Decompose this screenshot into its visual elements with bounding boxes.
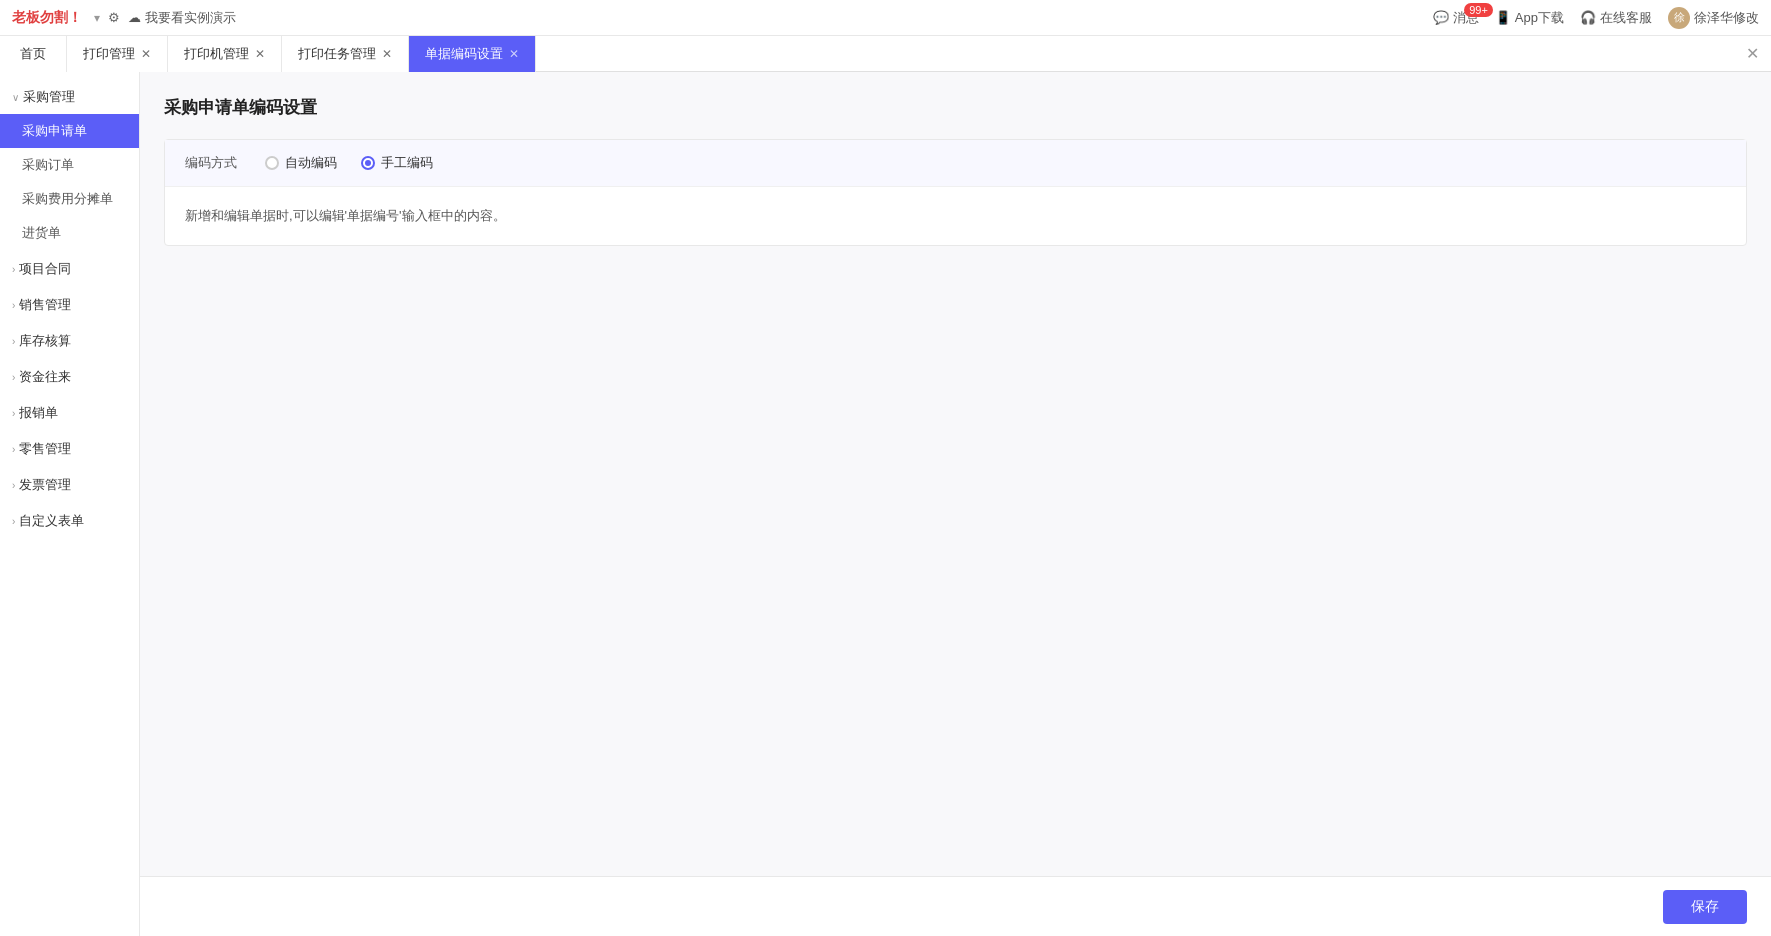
save-button[interactable]: 保存 xyxy=(1663,890,1747,924)
sidebar-group-contract: › 项目合同 xyxy=(0,252,139,286)
sidebar-group-title-contract[interactable]: › 项目合同 xyxy=(0,252,139,286)
sidebar-item-stock-in[interactable]: 进货单 xyxy=(0,216,139,250)
manual-code-radio[interactable] xyxy=(361,156,375,170)
sidebar-group-inventory: › 库存核算 xyxy=(0,324,139,358)
chevron-icon: › xyxy=(12,480,15,491)
avatar: 徐 xyxy=(1668,7,1690,29)
tab-bar: 首页 打印管理 ✕ 打印机管理 ✕ 打印任务管理 ✕ 单据编码设置 ✕ ✕ xyxy=(0,36,1771,72)
chevron-icon: › xyxy=(12,444,15,455)
hint-text: 新增和编辑单据时,可以编辑'单据编号'输入框中的内容。 xyxy=(165,187,1746,245)
message-button[interactable]: 💬 消息 99+ xyxy=(1433,9,1479,27)
settings-icon[interactable]: ⚙ xyxy=(108,10,120,25)
sidebar-group-purchase: 采购管理 采购申请单 采购订单 采购费用分摊单 进货单 xyxy=(0,80,139,250)
chevron-icon: › xyxy=(12,516,15,527)
chevron-icon: › xyxy=(12,336,15,347)
sidebar-item-purchase-expense[interactable]: 采购费用分摊单 xyxy=(0,182,139,216)
tab-print-mgmt[interactable]: 打印管理 ✕ xyxy=(67,36,168,72)
auto-code-radio[interactable] xyxy=(265,156,279,170)
content-area: 采购申请单编码设置 编码方式 自动编码 手工编码 xyxy=(140,72,1771,936)
close-icon[interactable]: ✕ xyxy=(382,47,392,61)
sidebar-group-custom-form: › 自定义表单 xyxy=(0,504,139,538)
tab-printer-mgmt[interactable]: 打印机管理 ✕ xyxy=(168,36,282,72)
sidebar-group-title-sales[interactable]: › 销售管理 xyxy=(0,288,139,322)
chevron-icon: › xyxy=(12,372,15,383)
sidebar-group-title-funds[interactable]: › 资金往来 xyxy=(0,360,139,394)
message-badge: 99+ xyxy=(1464,3,1493,17)
sidebar-group-title-custom-form[interactable]: › 自定义表单 xyxy=(0,504,139,538)
tab-home[interactable]: 首页 xyxy=(0,36,67,72)
chevron-icon xyxy=(12,92,19,103)
sidebar-item-purchase-request[interactable]: 采购申请单 xyxy=(0,114,139,148)
app-icon: 📱 xyxy=(1495,10,1511,25)
sidebar-group-sales: › 销售管理 xyxy=(0,288,139,322)
encoding-setting-row: 编码方式 自动编码 手工编码 xyxy=(165,140,1746,187)
tab-barcode-setting[interactable]: 单据编码设置 ✕ xyxy=(409,36,536,72)
sidebar-group-funds: › 资金往来 xyxy=(0,360,139,394)
chevron-icon: › xyxy=(12,300,15,311)
sidebar-group-title-invoice[interactable]: › 发票管理 xyxy=(0,468,139,502)
cloud-icon: ☁ xyxy=(128,10,141,25)
page-title: 采购申请单编码设置 xyxy=(164,96,1747,119)
manual-code-option[interactable]: 手工编码 xyxy=(361,154,433,172)
user-menu-button[interactable]: 徐 徐泽华修改 xyxy=(1668,7,1759,29)
sidebar-group-retail: › 零售管理 xyxy=(0,432,139,466)
sidebar-group-title-retail[interactable]: › 零售管理 xyxy=(0,432,139,466)
sidebar: 采购管理 采购申请单 采购订单 采购费用分摊单 进货单 › 项目合同 › xyxy=(0,72,140,936)
content-body: 采购申请单编码设置 编码方式 自动编码 手工编码 xyxy=(140,72,1771,876)
online-service-button[interactable]: 🎧 在线客服 xyxy=(1580,9,1652,27)
tab-bar-close-button[interactable]: ✕ xyxy=(1734,44,1771,63)
top-bar-right: 💬 消息 99+ 📱 App下载 🎧 在线客服 徐 徐泽华修改 xyxy=(1433,7,1759,29)
top-bar: 老板勿割！ ▾ ⚙ ☁ 我要看实例演示 💬 消息 99+ 📱 App下载 🎧 在… xyxy=(0,0,1771,36)
sidebar-group-title-purchase[interactable]: 采购管理 xyxy=(0,80,139,114)
chevron-icon: › xyxy=(12,264,15,275)
message-icon: 💬 xyxy=(1433,10,1449,25)
demo-link[interactable]: ☁ 我要看实例演示 xyxy=(128,9,236,27)
sidebar-group-title-returns[interactable]: › 报销单 xyxy=(0,396,139,430)
app-download-button[interactable]: 📱 App下载 xyxy=(1495,9,1564,27)
close-icon[interactable]: ✕ xyxy=(509,47,519,61)
close-icon[interactable]: ✕ xyxy=(255,47,265,61)
close-icon[interactable]: ✕ xyxy=(141,47,151,61)
auto-code-option[interactable]: 自动编码 xyxy=(265,154,337,172)
top-bar-left: 老板勿割！ ▾ ⚙ ☁ 我要看实例演示 xyxy=(12,9,236,27)
logo-text: 老板勿割！ xyxy=(12,9,82,27)
headset-icon: 🎧 xyxy=(1580,10,1596,25)
encoding-label: 编码方式 xyxy=(185,154,265,172)
radio-group: 自动编码 手工编码 xyxy=(265,154,433,172)
sidebar-item-purchase-order[interactable]: 采购订单 xyxy=(0,148,139,182)
dropdown-icon[interactable]: ▾ xyxy=(94,11,100,25)
chevron-icon: › xyxy=(12,408,15,419)
sidebar-group-returns: › 报销单 xyxy=(0,396,139,430)
main-layout: 采购管理 采购申请单 采购订单 采购费用分摊单 进货单 › 项目合同 › xyxy=(0,72,1771,936)
setting-section: 编码方式 自动编码 手工编码 新增和编辑单据时,可以编辑'单据编号'输入框中的内… xyxy=(164,139,1747,246)
sidebar-group-title-inventory[interactable]: › 库存核算 xyxy=(0,324,139,358)
content-footer: 保存 xyxy=(140,876,1771,936)
sidebar-group-invoice: › 发票管理 xyxy=(0,468,139,502)
tab-print-task[interactable]: 打印任务管理 ✕ xyxy=(282,36,409,72)
